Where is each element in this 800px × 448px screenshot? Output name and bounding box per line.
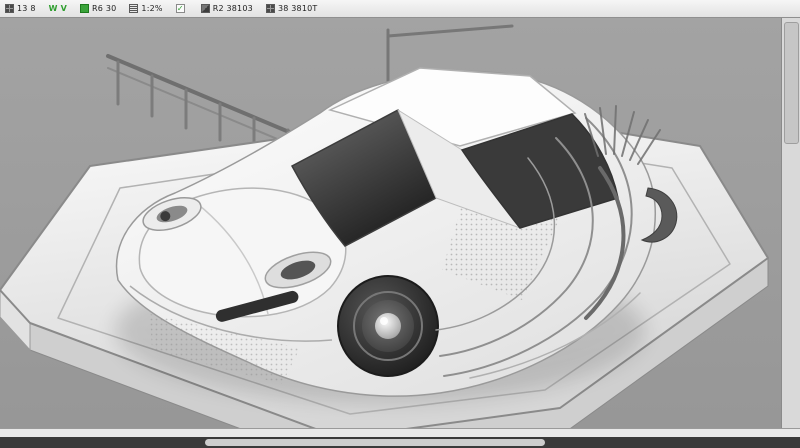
viewport-canvas[interactable] <box>0 18 781 428</box>
toolbar-label: 38 3810T <box>277 4 318 13</box>
toolbar-label: R6 30 <box>92 4 117 13</box>
wheel-hub <box>337 275 439 377</box>
cube-icon <box>200 4 210 13</box>
scene-render <box>0 18 781 428</box>
status-strip <box>0 428 800 437</box>
vertical-scrollbar-thumb[interactable] <box>784 22 799 144</box>
menu-icon <box>129 4 139 13</box>
horizontal-scrollbar-thumb[interactable] <box>205 439 545 446</box>
application-window: 13 8 W V R6 30 1:2% R2 38103 38 3810T <box>0 0 800 448</box>
toolbar: 13 8 W V R6 30 1:2% R2 38103 38 3810T <box>0 0 800 18</box>
toolbar-button-38[interactable]: 38 3810T <box>264 1 320 17</box>
grid-icon <box>5 4 14 13</box>
horizontal-scrollbar[interactable] <box>0 437 800 448</box>
grid-icon <box>265 4 275 13</box>
toolbar-button-ratio[interactable]: 1:2% <box>127 1 164 17</box>
toolbar-label: 13 8 <box>17 4 36 13</box>
toolbar-button-grid[interactable]: 13 8 <box>3 1 38 17</box>
vertical-scrollbar[interactable] <box>781 18 800 428</box>
toolbar-label: 1:2% <box>141 4 163 13</box>
check-icon <box>175 4 185 13</box>
toolbar-button-r6[interactable]: R6 30 <box>78 1 118 17</box>
toolbar-label: W V <box>48 4 68 13</box>
toolbar-button-r2[interactable]: R2 38103 <box>199 1 255 17</box>
toolbar-button-view-mode[interactable]: W V <box>47 1 69 17</box>
green-square-icon <box>80 4 90 13</box>
toolbar-button-check[interactable] <box>174 1 190 17</box>
toolbar-label: R2 38103 <box>212 4 253 13</box>
